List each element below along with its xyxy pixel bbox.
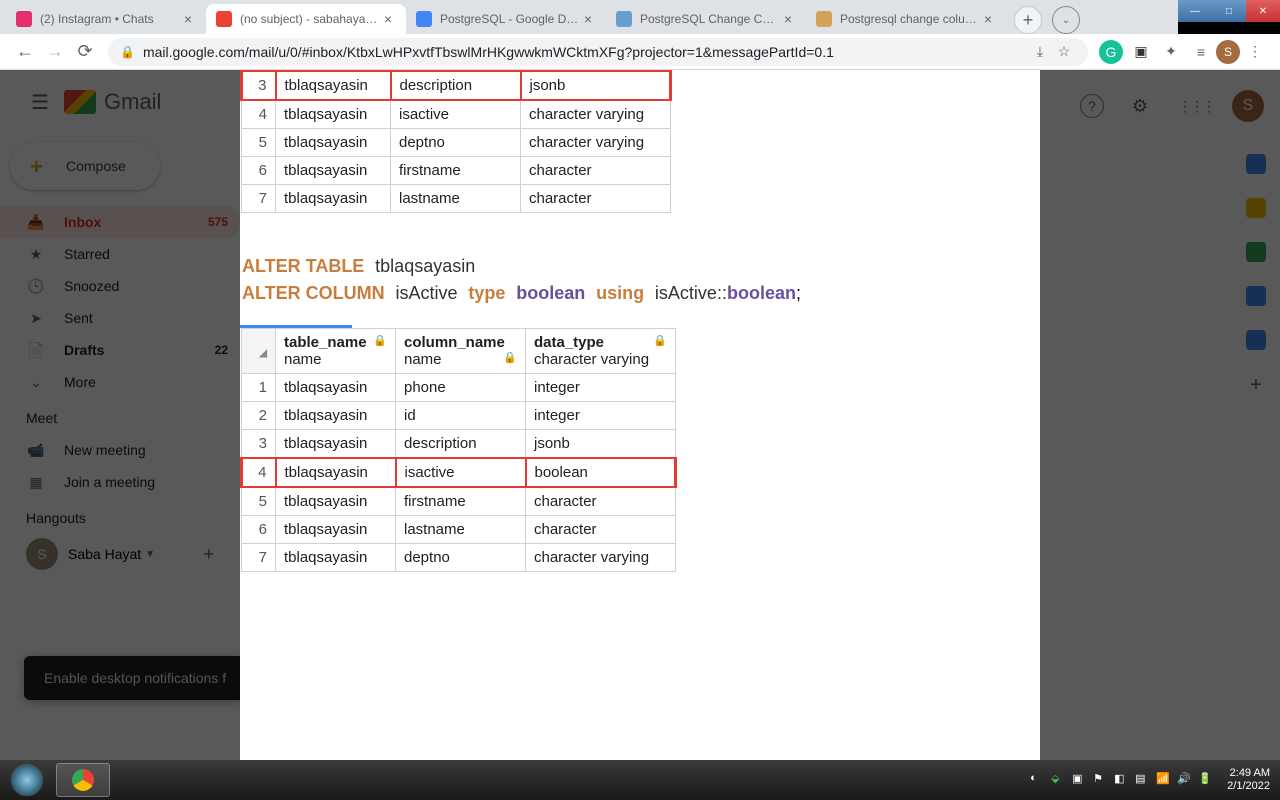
system-tray: ◐ ⬙ ▣ ⚑ ◧ ▤ 📶 🔊 🔋 2:49 AM 2/1/2022 (1030, 767, 1280, 793)
tab-close-icon[interactable]: × (980, 11, 996, 27)
address-bar: ← → ⟳ 🔒 mail.google.com/mail/u/0/#inbox/… (0, 34, 1280, 70)
tab-close-icon[interactable]: × (780, 11, 796, 27)
tab-favicon (816, 11, 832, 27)
browser-tab[interactable]: (no subject) - sabahayatkha× (206, 4, 406, 34)
table-row: 4tblaqsayasinisactivecharacter varying (242, 100, 671, 129)
table-row: 3tblaqsayasindescriptionjsonb (242, 71, 671, 100)
tab-title: (no subject) - sabahayatkha (240, 12, 380, 26)
tab-close-icon[interactable]: × (180, 11, 196, 27)
browser-tab[interactable]: Postgresql change column× (806, 4, 1006, 34)
nav-back[interactable]: ← (10, 37, 40, 67)
window-maximize[interactable]: □ (1212, 0, 1246, 22)
table-row: 5tblaqsayasinfirstnamecharacter (242, 487, 676, 516)
tray-icon[interactable]: ▣ (1072, 772, 1088, 788)
nav-reload[interactable]: ⟳ (70, 37, 100, 67)
table-row: 1tblaqsayasinphoneinteger (242, 374, 676, 402)
battery-icon[interactable]: 🔋 (1198, 772, 1214, 788)
table-header-row: ◢table_name🔒namecolumn_name🔒namedata_typ… (242, 329, 676, 374)
lock-icon: 🔒 (120, 45, 135, 59)
pg-table-after: ◢table_name🔒namecolumn_name🔒namedata_typ… (240, 328, 677, 572)
table-row: 7tblaqsayasinlastnamecharacter (242, 185, 671, 213)
chrome-menu-icon[interactable]: ⋮ (1243, 40, 1267, 64)
reading-list-icon[interactable]: ≡ (1189, 40, 1213, 64)
url-field[interactable]: 🔒 mail.google.com/mail/u/0/#inbox/KtbxLw… (108, 38, 1088, 66)
table-row: 7tblaqsayasindeptnocharacter varying (242, 544, 676, 572)
install-app-icon[interactable]: ⤓ (1028, 43, 1052, 60)
volume-icon[interactable]: 🔊 (1177, 772, 1193, 788)
extensions-icon[interactable]: ✦ (1159, 40, 1183, 64)
grammarly-ext-icon[interactable]: G (1099, 40, 1123, 64)
clock-time: 2:49 AM (1227, 767, 1270, 780)
attachment-viewer: 3tblaqsayasindescriptionjsonb4tblaqsayas… (240, 70, 1040, 760)
table-row: 5tblaqsayasindeptnocharacter varying (242, 129, 671, 157)
tab-favicon (216, 11, 232, 27)
tab-title: Postgresql change column (840, 12, 980, 26)
nav-forward[interactable]: → (40, 37, 70, 67)
browser-tab[interactable]: (2) Instagram • Chats× (6, 4, 206, 34)
profile-avatar[interactable]: S (1216, 40, 1240, 64)
taskbar-chrome[interactable] (56, 763, 110, 797)
window-close[interactable]: ✕ (1246, 0, 1280, 22)
network-icon[interactable]: 📶 (1156, 772, 1172, 788)
start-button[interactable] (0, 760, 54, 800)
chrome-icon (72, 769, 94, 791)
browser-tabbar: (2) Instagram • Chats×(no subject) - sab… (0, 0, 1178, 34)
table-row: 2tblaqsayasinidinteger (242, 402, 676, 430)
tab-search-icon[interactable]: ⌄ (1052, 6, 1080, 34)
tray-icon[interactable]: ⬙ (1051, 772, 1067, 788)
tray-icon[interactable]: ⚑ (1093, 772, 1109, 788)
pg-table-before: 3tblaqsayasindescriptionjsonb4tblaqsayas… (240, 70, 672, 213)
browser-tab[interactable]: PostgreSQL Change Column× (606, 4, 806, 34)
tab-favicon (16, 11, 32, 27)
sql-code: ALTER TABLE tblaqsayasin ALTER COLUMN is… (242, 253, 1040, 307)
browser-tab[interactable]: PostgreSQL - Google Docs× (406, 4, 606, 34)
evernote-ext-icon[interactable]: ▣ (1129, 40, 1153, 64)
tray-icon[interactable]: ◐ (1030, 772, 1046, 788)
tab-title: (2) Instagram • Chats (40, 12, 180, 26)
bookmark-star-icon[interactable]: ☆ (1052, 43, 1076, 60)
clock-date: 2/1/2022 (1227, 780, 1270, 793)
tab-close-icon[interactable]: × (380, 11, 396, 27)
tab-favicon (616, 11, 632, 27)
tab-close-icon[interactable]: × (580, 11, 596, 27)
start-orb-icon (11, 764, 43, 796)
window-minimize[interactable]: — (1178, 0, 1212, 22)
clock[interactable]: 2:49 AM 2/1/2022 (1227, 767, 1270, 793)
tab-favicon (416, 11, 432, 27)
table-row: 4tblaqsayasinisactiveboolean (242, 458, 676, 487)
table-row: 3tblaqsayasindescriptionjsonb (242, 430, 676, 459)
windows-taskbar: ◐ ⬙ ▣ ⚑ ◧ ▤ 📶 🔊 🔋 2:49 AM 2/1/2022 (0, 760, 1280, 800)
tray-icon[interactable]: ◧ (1114, 772, 1130, 788)
url-text: mail.google.com/mail/u/0/#inbox/KtbxLwHP… (143, 44, 834, 60)
table-row: 6tblaqsayasinlastnamecharacter (242, 516, 676, 544)
table-row: 6tblaqsayasinfirstnamecharacter (242, 157, 671, 185)
tray-icon[interactable]: ▤ (1135, 772, 1151, 788)
new-tab-button[interactable]: + (1014, 6, 1042, 34)
tab-title: PostgreSQL Change Column (640, 12, 780, 26)
tab-title: PostgreSQL - Google Docs (440, 12, 580, 26)
